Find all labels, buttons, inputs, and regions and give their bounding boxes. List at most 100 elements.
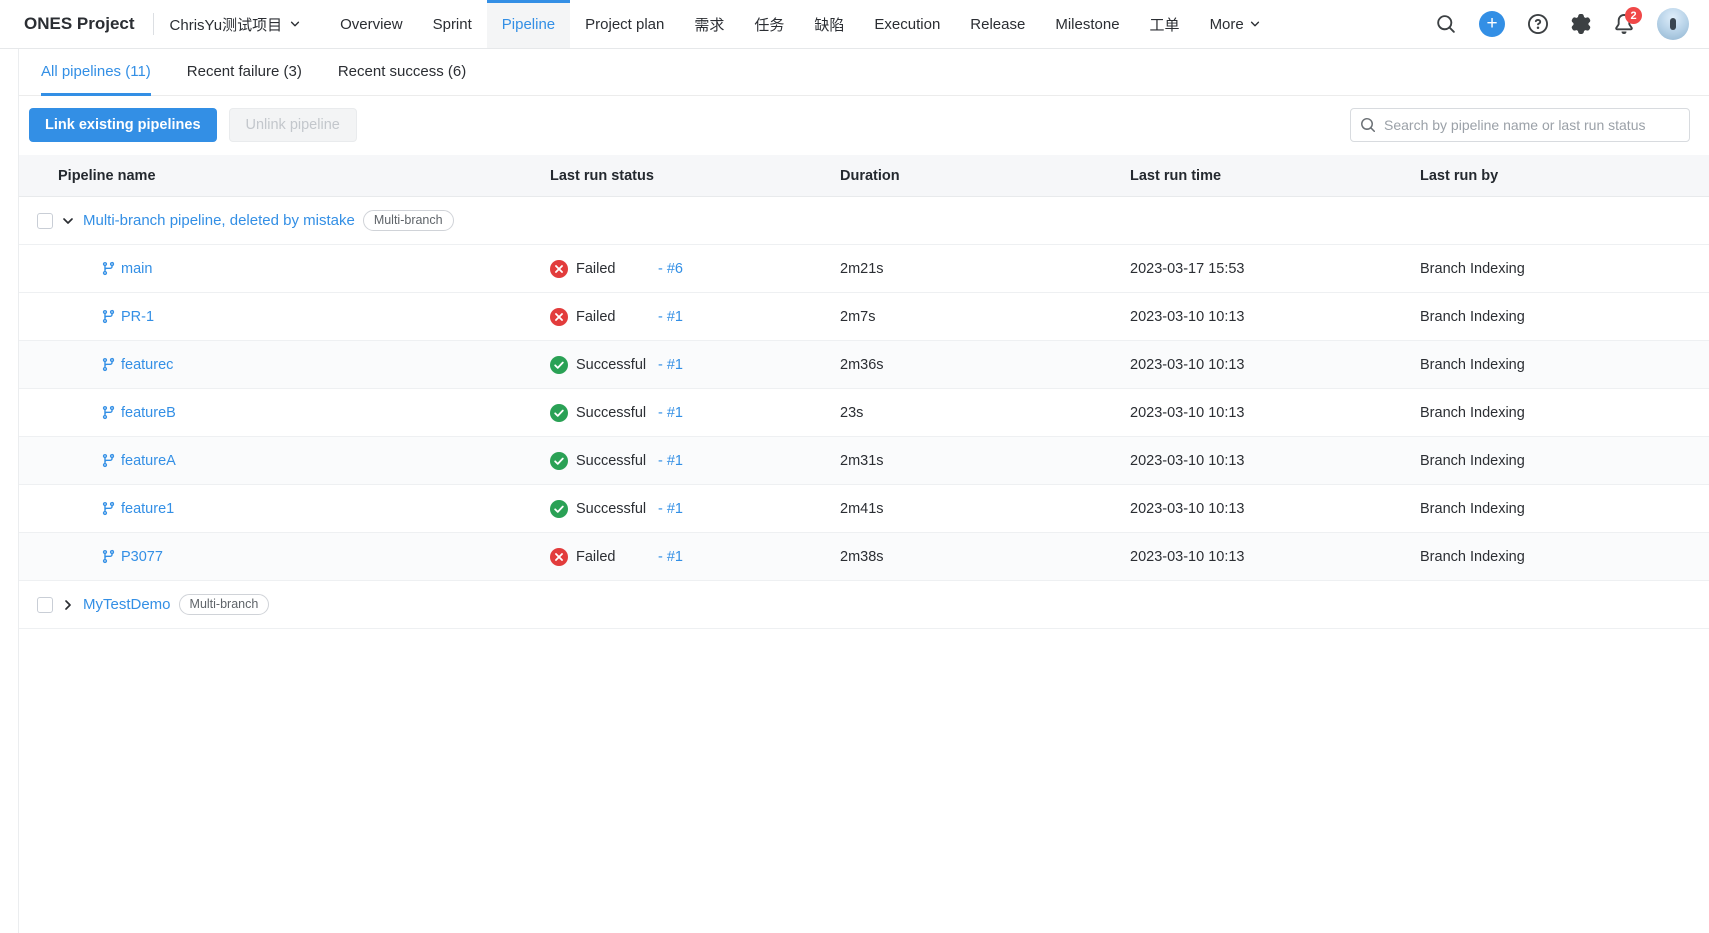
branch-link[interactable]: featureB [121, 405, 176, 421]
duration-value: 2m7s [840, 308, 876, 325]
branch-link[interactable]: main [121, 261, 152, 277]
git-branch-icon [102, 501, 115, 516]
git-branch-icon [102, 309, 115, 324]
nav-item-project-plan[interactable]: Project plan [570, 0, 679, 48]
run-link[interactable]: - #1 [658, 405, 683, 421]
last-run-by-value: Branch Indexing [1420, 500, 1525, 517]
branch-row: PR-1 Failed - #1 2m7s 2023-03-10 10:13 B… [19, 293, 1709, 341]
column-header-duration: Duration [840, 167, 900, 184]
last-run-by-value: Branch Indexing [1420, 548, 1525, 565]
last-run-time-value: 2023-03-10 10:13 [1130, 356, 1245, 373]
project-switcher[interactable]: ChrisYu测试项目 [170, 0, 302, 48]
run-link[interactable]: - #1 [658, 501, 683, 517]
pipeline-group-link[interactable]: MyTestDemo [83, 596, 171, 613]
column-header-last-run-by: Last run by [1420, 167, 1499, 184]
status-label: Successful [576, 452, 647, 469]
create-plus-icon[interactable]: + [1479, 11, 1505, 37]
search-input[interactable] [1350, 108, 1690, 142]
row-checkbox[interactable] [37, 596, 53, 613]
run-link[interactable]: - #1 [658, 357, 683, 373]
run-link[interactable]: - #1 [658, 549, 683, 565]
nav-item-milestone[interactable]: Milestone [1040, 0, 1134, 48]
last-run-time-value: 2023-03-10 10:13 [1130, 308, 1245, 325]
git-branch-icon [102, 357, 115, 372]
last-run-by-value: Branch Indexing [1420, 260, 1525, 277]
success-icon [550, 355, 568, 374]
nav-item-defect[interactable]: 缺陷 [799, 0, 859, 48]
help-icon[interactable] [1528, 14, 1548, 34]
unlink-pipeline-button[interactable]: Unlink pipeline [228, 108, 357, 142]
run-link[interactable]: - #1 [658, 309, 683, 325]
git-branch-icon [102, 405, 115, 420]
failed-icon [550, 547, 568, 566]
nav-item-ticket[interactable]: 工单 [1135, 0, 1195, 48]
pipeline-group-row: Multi-branch pipeline, deleted by mistak… [19, 197, 1709, 245]
pipeline-tabs: All pipelines (11) Recent failure (3) Re… [19, 49, 1709, 96]
branch-link[interactable]: featurec [121, 357, 173, 373]
user-avatar[interactable] [1657, 8, 1689, 40]
duration-value: 2m38s [840, 548, 884, 565]
multi-branch-badge: Multi-branch [362, 210, 454, 231]
chevron-down-icon [1250, 21, 1259, 27]
tab-all-pipelines[interactable]: All pipelines (11) [41, 49, 151, 96]
run-link[interactable]: - #6 [658, 261, 683, 277]
tab-recent-failure[interactable]: Recent failure (3) [187, 49, 302, 96]
branch-link[interactable]: PR-1 [121, 309, 154, 325]
header-actions: + 2 [1436, 0, 1689, 48]
branch-row: main Failed - #6 2m21s 2023-03-17 15:53 … [19, 245, 1709, 293]
branch-link[interactable]: featureA [121, 453, 176, 469]
success-icon [550, 403, 568, 422]
success-icon [550, 451, 568, 470]
nav-item-more[interactable]: More [1195, 0, 1276, 48]
nav-item-task[interactable]: 任务 [739, 0, 799, 48]
tab-recent-success[interactable]: Recent success (6) [338, 49, 466, 96]
branch-link[interactable]: P3077 [121, 549, 163, 565]
git-branch-icon [102, 261, 115, 276]
nav-item-requirement[interactable]: 需求 [679, 0, 739, 48]
status-label: Failed [576, 548, 616, 565]
app-logo-title[interactable]: ONES Project [24, 14, 135, 34]
column-header-pipeline-name: Pipeline name [58, 167, 156, 184]
row-checkbox[interactable] [37, 212, 53, 229]
nav-item-overview[interactable]: Overview [325, 0, 418, 48]
last-run-time-value: 2023-03-10 10:13 [1130, 404, 1245, 421]
link-existing-pipelines-button[interactable]: Link existing pipelines [29, 108, 217, 142]
duration-value: 2m31s [840, 452, 884, 469]
duration-value: 23s [840, 404, 864, 421]
search-icon[interactable] [1436, 14, 1456, 34]
status-label: Failed [576, 260, 616, 277]
last-run-time-value: 2023-03-17 15:53 [1130, 260, 1245, 277]
multi-branch-badge: Multi-branch [178, 594, 270, 615]
status-label: Successful [576, 356, 647, 373]
last-run-time-value: 2023-03-10 10:13 [1130, 452, 1245, 469]
column-header-last-run-time: Last run time [1130, 167, 1222, 184]
project-name: ChrisYu测试项目 [169, 16, 283, 34]
notification-badge: 2 [1625, 7, 1642, 24]
duration-value: 2m41s [840, 500, 884, 517]
chevron-right-icon[interactable] [61, 598, 75, 612]
pipeline-group-link[interactable]: Multi-branch pipeline, deleted by mistak… [83, 212, 355, 229]
pipeline-group-row: MyTestDemo Multi-branch [19, 581, 1709, 629]
nav-item-sprint[interactable]: Sprint [418, 0, 487, 48]
duration-value: 2m21s [840, 260, 884, 277]
settings-gear-icon[interactable] [1571, 14, 1591, 34]
success-icon [550, 499, 568, 518]
branch-row: featureA Successful - #1 2m31s 2023-03-1… [19, 437, 1709, 485]
run-link[interactable]: - #1 [658, 453, 683, 469]
branch-link[interactable]: feature1 [121, 501, 174, 517]
nav-item-execution[interactable]: Execution [859, 0, 955, 48]
failed-icon [550, 259, 568, 278]
status-label: Successful [576, 404, 647, 421]
branch-row: featureB Successful - #1 23s 2023-03-10 … [19, 389, 1709, 437]
notification-bell-icon[interactable]: 2 [1614, 7, 1642, 34]
pipeline-toolbar: Link existing pipelines Unlink pipeline [19, 96, 1709, 155]
nav-item-pipeline[interactable]: Pipeline [486, 0, 571, 48]
git-branch-icon [102, 453, 115, 468]
last-run-by-value: Branch Indexing [1420, 308, 1525, 325]
branch-row: P3077 Failed - #1 2m38s 2023-03-10 10:13… [19, 533, 1709, 581]
status-label: Successful [576, 500, 647, 517]
chevron-down-icon[interactable] [61, 214, 75, 228]
nav-item-release[interactable]: Release [955, 0, 1040, 48]
branch-row: featurec Successful - #1 2m36s 2023-03-1… [19, 341, 1709, 389]
last-run-by-value: Branch Indexing [1420, 404, 1525, 421]
